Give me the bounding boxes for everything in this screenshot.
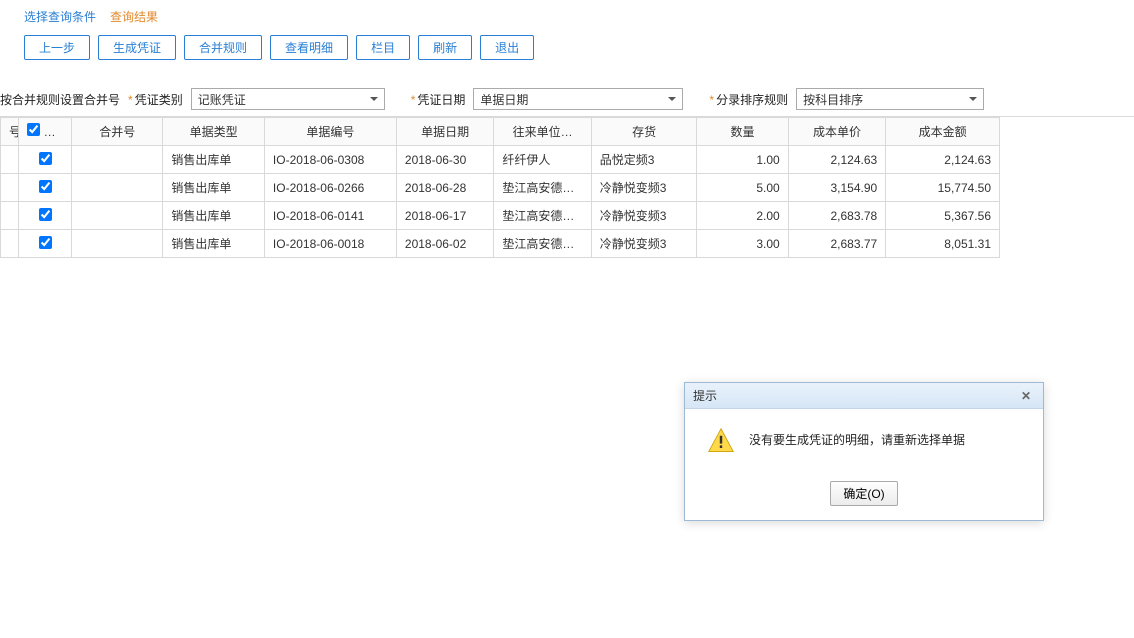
voucher-date-label: *凭证日期 [411, 91, 466, 108]
sort-rule-label: *分录排序规则 [709, 91, 788, 108]
cell-qty: 2.00 [697, 202, 788, 230]
row-checkbox[interactable] [39, 180, 52, 193]
cell-price: 2,683.78 [788, 202, 885, 230]
cell-stock: 冷静悦变频3 [591, 202, 697, 230]
cell-party: 垫江高安德奇… [494, 202, 591, 230]
cell-party: 纤纤伊人 [494, 146, 591, 174]
voucher-date-select[interactable]: 单据日期 [473, 88, 683, 110]
generate-voucher-button[interactable]: 生成凭证 [98, 35, 176, 60]
cell-billdate: 2018-06-17 [396, 202, 493, 230]
cell-qty: 1.00 [697, 146, 788, 174]
row-checkbox[interactable] [39, 152, 52, 165]
cell-billcode: IO-2018-06-0018 [264, 230, 396, 258]
table-row[interactable]: 销售出库单IO-2018-06-02662018-06-28垫江高安德奇…冷静悦… [1, 174, 1000, 202]
row-checkbox[interactable] [39, 208, 52, 221]
cell-idx [1, 174, 19, 202]
cell-select [19, 174, 72, 202]
view-detail-button[interactable]: 查看明细 [270, 35, 348, 60]
cell-idx [1, 202, 19, 230]
warning-icon [707, 427, 735, 455]
merge-no-label: 按合并规则设置合并号 [0, 91, 120, 108]
cell-billtype: 销售出库单 [163, 202, 265, 230]
dialog-title-text: 提示 [693, 387, 717, 404]
cell-amount: 8,051.31 [886, 230, 1000, 258]
cell-price: 3,154.90 [788, 174, 885, 202]
cell-mergeno [72, 202, 163, 230]
cell-amount: 15,774.50 [886, 174, 1000, 202]
dialog-message: 没有要生成凭证的明细，请重新选择单据 [749, 427, 965, 448]
select-all-checkbox[interactable] [27, 123, 40, 136]
table-row[interactable]: 销售出库单IO-2018-06-01412018-06-17垫江高安德奇…冷静悦… [1, 202, 1000, 230]
col-billcode-header: 单据编号 [264, 118, 396, 146]
col-price-header: 成本单价 [788, 118, 885, 146]
cell-mergeno [72, 174, 163, 202]
cell-amount: 5,367.56 [886, 202, 1000, 230]
result-table-wrap: 号 选择 合并号 单据类型 单据编号 单据日期 往来单位… 存货 数量 成本单价… [0, 116, 1134, 258]
table-row[interactable]: 销售出库单IO-2018-06-00182018-06-02垫江高安德奇…冷静悦… [1, 230, 1000, 258]
tab-select-conditions[interactable]: 选择查询条件 [24, 8, 96, 25]
prev-button[interactable]: 上一步 [24, 35, 90, 60]
alert-dialog: 提示 ✕ 没有要生成凭证的明细，请重新选择单据 确定(O) [684, 382, 1044, 521]
refresh-button[interactable]: 刷新 [418, 35, 472, 60]
exit-button[interactable]: 退出 [480, 35, 534, 60]
cell-amount: 2,124.63 [886, 146, 1000, 174]
voucher-type-select[interactable]: 记账凭证 [191, 88, 385, 110]
col-idx-header: 号 [1, 118, 19, 146]
columns-button[interactable]: 栏目 [356, 35, 410, 60]
row-checkbox[interactable] [39, 236, 52, 249]
cell-billtype: 销售出库单 [163, 146, 265, 174]
cell-party: 垫江高安德奇… [494, 174, 591, 202]
cell-stock: 品悦定频3 [591, 146, 697, 174]
col-party-header: 往来单位… [494, 118, 591, 146]
dialog-ok-button[interactable]: 确定(O) [830, 481, 897, 506]
cell-stock: 冷静悦变频3 [591, 174, 697, 202]
col-mergeno-header: 合并号 [72, 118, 163, 146]
cell-idx [1, 230, 19, 258]
cell-billtype: 销售出库单 [163, 230, 265, 258]
cell-select [19, 146, 72, 174]
cell-price: 2,683.77 [788, 230, 885, 258]
voucher-type-label: *凭证类别 [128, 91, 183, 108]
cell-billdate: 2018-06-30 [396, 146, 493, 174]
cell-billcode: IO-2018-06-0141 [264, 202, 396, 230]
col-amount-header: 成本金额 [886, 118, 1000, 146]
cell-party: 垫江高安德奇… [494, 230, 591, 258]
sort-rule-select[interactable]: 按科目排序 [796, 88, 984, 110]
cell-billdate: 2018-06-02 [396, 230, 493, 258]
cell-billdate: 2018-06-28 [396, 174, 493, 202]
col-stock-header: 存货 [591, 118, 697, 146]
cell-billcode: IO-2018-06-0308 [264, 146, 396, 174]
cell-mergeno [72, 230, 163, 258]
merge-rule-button[interactable]: 合并规则 [184, 35, 262, 60]
cell-select [19, 230, 72, 258]
cell-qty: 3.00 [697, 230, 788, 258]
dialog-close-icon[interactable]: ✕ [1017, 389, 1035, 403]
col-billtype-header: 单据类型 [163, 118, 265, 146]
tab-bar: 选择查询条件 查询结果 [0, 0, 1134, 29]
col-qty-header: 数量 [697, 118, 788, 146]
cell-select [19, 202, 72, 230]
cell-idx [1, 146, 19, 174]
tab-query-result[interactable]: 查询结果 [110, 8, 158, 25]
toolbar: 上一步 生成凭证 合并规则 查看明细 栏目 刷新 退出 [0, 29, 1134, 70]
table-row[interactable]: 销售出库单IO-2018-06-03082018-06-30纤纤伊人品悦定频31… [1, 146, 1000, 174]
cell-price: 2,124.63 [788, 146, 885, 174]
cell-billtype: 销售出库单 [163, 174, 265, 202]
col-select-header: 选择 [19, 118, 72, 146]
result-table: 号 选择 合并号 单据类型 单据编号 单据日期 往来单位… 存货 数量 成本单价… [0, 117, 1000, 258]
cell-qty: 5.00 [697, 174, 788, 202]
cell-stock: 冷静悦变频3 [591, 230, 697, 258]
filter-row: 按合并规则设置合并号 *凭证类别 记账凭证 *凭证日期 单据日期 *分录排序规则… [0, 70, 1134, 116]
cell-mergeno [72, 146, 163, 174]
cell-billcode: IO-2018-06-0266 [264, 174, 396, 202]
col-billdate-header: 单据日期 [396, 118, 493, 146]
dialog-titlebar: 提示 ✕ [685, 383, 1043, 409]
